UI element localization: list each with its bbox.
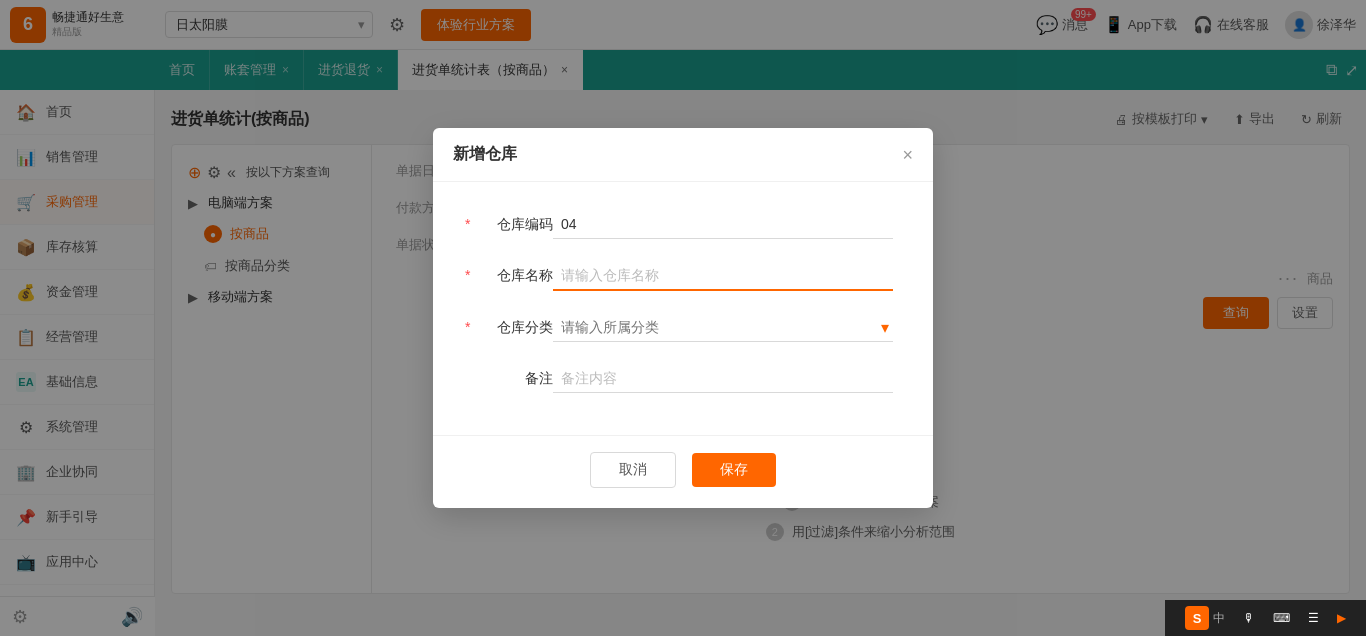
modal-footer: 取消 保存: [433, 435, 933, 508]
code-label: 仓库编码: [473, 216, 553, 234]
play-icon: ▶: [1337, 611, 1346, 625]
menu-icon: ☰: [1308, 611, 1319, 625]
s-logo-item[interactable]: S 中: [1177, 606, 1233, 630]
modal-body: 仓库编码 仓库名称 仓库分类 ▾ 备注: [433, 182, 933, 435]
mic-item[interactable]: 🎙: [1235, 611, 1263, 625]
warehouse-code-input[interactable]: [553, 210, 893, 239]
play-item[interactable]: ▶: [1329, 611, 1354, 625]
modal-title: 新增仓库: [453, 144, 517, 165]
form-row-category: 仓库分类 ▾: [473, 313, 893, 342]
modal-add-warehouse: 新增仓库 × 仓库编码 仓库名称 仓库分类 ▾: [433, 128, 933, 508]
bottom-right-bar: S 中 🎙 ⌨ ☰ ▶: [1165, 600, 1366, 636]
keyboard-icon: ⌨: [1273, 611, 1290, 625]
category-label: 仓库分类: [473, 319, 553, 337]
mic-icon: 🎙: [1243, 611, 1255, 625]
save-button[interactable]: 保存: [692, 453, 776, 487]
category-select-input[interactable]: [553, 313, 893, 341]
modal-overlay[interactable]: 新增仓库 × 仓库编码 仓库名称 仓库分类 ▾: [0, 0, 1366, 636]
modal-header: 新增仓库 ×: [433, 128, 933, 182]
form-row-remark: 备注: [473, 364, 893, 393]
modal-close-button[interactable]: ×: [902, 146, 913, 164]
remark-label: 备注: [473, 370, 553, 388]
menu-item[interactable]: ☰: [1300, 611, 1327, 625]
form-row-name: 仓库名称: [473, 261, 893, 291]
category-select-wrapper: ▾: [553, 313, 893, 342]
form-row-code: 仓库编码: [473, 210, 893, 239]
keyboard-item[interactable]: ⌨: [1265, 611, 1298, 625]
s-logo: S: [1185, 606, 1209, 630]
remark-input[interactable]: [553, 364, 893, 393]
name-label: 仓库名称: [473, 267, 553, 285]
warehouse-name-input[interactable]: [553, 261, 893, 291]
cancel-button[interactable]: 取消: [590, 452, 676, 488]
